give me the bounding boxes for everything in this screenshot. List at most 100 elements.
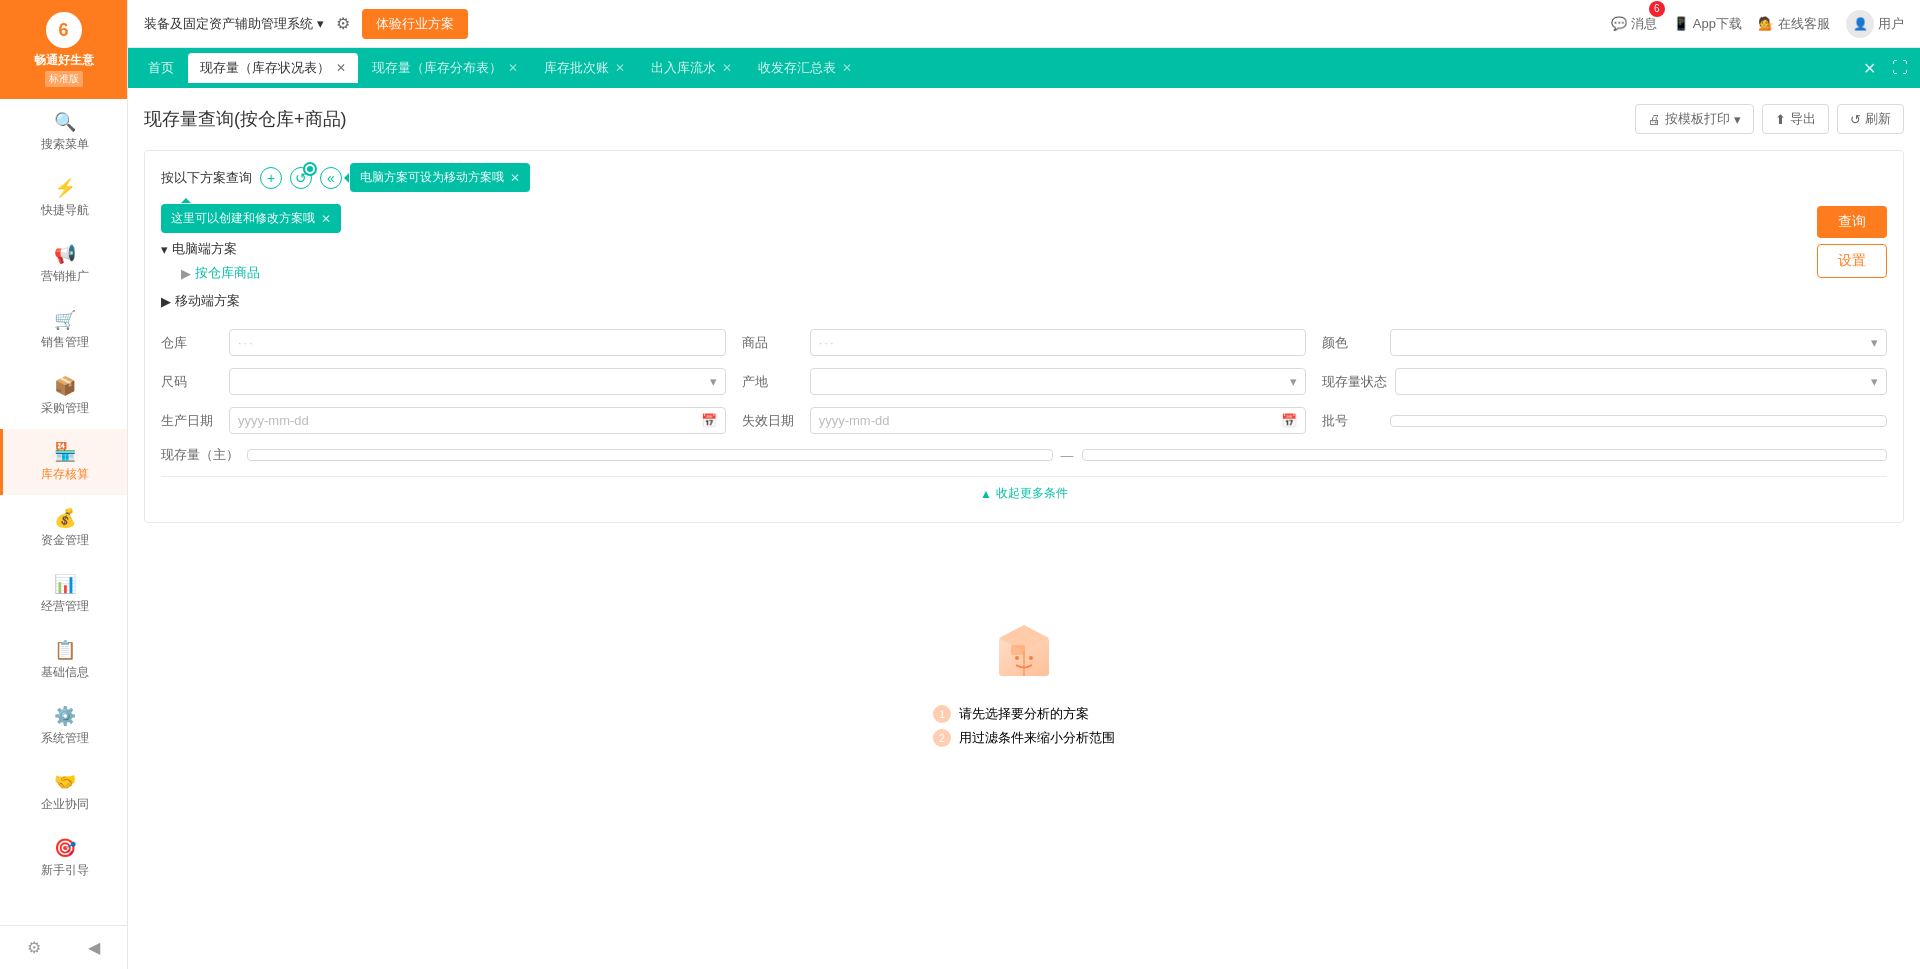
sidebar-item-guide[interactable]: 🎯 新手引导	[0, 825, 127, 891]
sidebar-item-marketing[interactable]: 📢 营销推广	[0, 231, 127, 297]
tab-inventory-distribution[interactable]: 现存量（库存分布表） ✕	[360, 53, 530, 83]
filter-fields: 仓库 ··· 商品 ··· 颜色	[161, 329, 1887, 464]
print-icon: 🖨	[1648, 112, 1661, 127]
filter-field-size: 尺码 ▾	[161, 368, 726, 395]
app-download-button[interactable]: 📱 App下载	[1673, 15, 1742, 33]
production-date-input[interactable]: yyyy-mm-dd 📅	[229, 407, 726, 434]
settings-button[interactable]: ⚙	[19, 934, 49, 961]
sidebar-item-finance[interactable]: 💰 资金管理	[0, 495, 127, 561]
online-service-label: 在线客服	[1778, 15, 1830, 33]
expiry-date-input[interactable]: yyyy-mm-dd 📅	[810, 407, 1307, 434]
content: 现存量查询(按仓库+商品) 🖨 按模板打印 ▾ ⬆ 导出 ↺ 刷新	[128, 88, 1920, 969]
sidebar-item-inventory[interactable]: 🏪 库存核算	[0, 429, 127, 495]
sidebar-item-label-enterprise: 企业协同	[41, 796, 89, 813]
origin-select[interactable]: ▾	[810, 368, 1307, 395]
tab-inventory-status[interactable]: 现存量（库存状况表） ✕	[188, 53, 358, 83]
print-label: 按模板打印	[1665, 110, 1730, 128]
settings-icon[interactable]: ⚙	[336, 14, 350, 33]
tab-close-summary[interactable]: ✕	[842, 61, 852, 75]
message-icon: 💬	[1611, 16, 1627, 31]
messages-button[interactable]: 💬 6 消息	[1611, 15, 1657, 33]
filter-refresh-button[interactable]: ↺	[290, 167, 312, 189]
operations-icon: 📊	[54, 573, 76, 595]
sidebar-item-basic-info[interactable]: 📋 基础信息	[0, 627, 127, 693]
filter-add-button[interactable]: +	[260, 167, 282, 189]
sidebar-bottom: ⚙ ◀	[0, 925, 127, 969]
size-select[interactable]: ▾	[229, 368, 726, 395]
sidebar-item-label-basic: 基础信息	[41, 664, 89, 681]
template-print-button[interactable]: 🖨 按模板打印 ▾	[1635, 104, 1754, 134]
sidebar-item-label-quicknav: 快捷导航	[41, 202, 89, 219]
chevron-down-icon: ▾	[161, 242, 168, 257]
filter-section: 按以下方案查询 + ↺ « 电脑方案可设为移动方案哦	[144, 150, 1904, 523]
quicknav-icon: ⚡	[54, 177, 76, 199]
tab-close-batch-ledger[interactable]: ✕	[615, 61, 625, 75]
scheme-group-pc-label: 电脑端方案	[172, 240, 237, 258]
color-label: 颜色	[1322, 334, 1382, 352]
batch-input[interactable]	[1390, 415, 1887, 427]
search-button[interactable]: 查询	[1817, 206, 1887, 238]
sidebar-item-enterprise[interactable]: 🤝 企业协同	[0, 759, 127, 825]
sidebar-item-purchase[interactable]: 📦 采购管理	[0, 363, 127, 429]
svg-rect-3	[1011, 645, 1025, 655]
filter-back-button[interactable]: «	[320, 167, 342, 189]
sidebar-logo: 6 畅通好生意 标准版	[0, 0, 127, 99]
export-button[interactable]: ⬆ 导出	[1762, 104, 1829, 134]
refresh-icon: ↺	[1850, 112, 1861, 127]
tabbar-maximize-btn[interactable]: ⛶	[1888, 55, 1912, 81]
tab-close-inventory-status[interactable]: ✕	[336, 61, 346, 75]
stock-qty-min[interactable]	[247, 449, 1053, 461]
set-button[interactable]: 设置	[1817, 244, 1887, 278]
online-service-button[interactable]: 💁 在线客服	[1758, 15, 1830, 33]
trial-button[interactable]: 体验行业方案	[362, 9, 468, 39]
basic-info-icon: 📋	[54, 639, 76, 661]
refresh-button[interactable]: ↺ 刷新	[1837, 104, 1904, 134]
tab-inout-flow[interactable]: 出入库流水 ✕	[639, 53, 744, 83]
export-icon: ⬆	[1775, 112, 1786, 127]
production-date-placeholder: yyyy-mm-dd	[238, 413, 309, 428]
tabbar-right: ✕ ⛶	[1859, 55, 1912, 82]
export-label: 导出	[1790, 110, 1816, 128]
tab-close-inventory-distribution[interactable]: ✕	[508, 61, 518, 75]
tooltip-close-1[interactable]: ✕	[510, 171, 520, 185]
user-button[interactable]: 👤 用户	[1846, 10, 1904, 38]
refresh-label: 刷新	[1865, 110, 1891, 128]
app-version: 标准版	[45, 71, 83, 87]
tab-inventory-status-label: 现存量（库存状况表）	[200, 59, 330, 77]
collapse-bar[interactable]: ▲ 收起更多条件	[161, 476, 1887, 510]
sidebar-item-label-inventory: 库存核算	[41, 466, 89, 483]
system-select[interactable]: 装备及固定资产辅助管理系统 ▾	[144, 15, 324, 33]
download-icon: 📱	[1673, 16, 1689, 31]
warehouse-select[interactable]: ···	[229, 329, 726, 356]
sidebar-item-label-system: 系统管理	[41, 730, 89, 747]
sidebar-item-system[interactable]: ⚙️ 系统管理	[0, 693, 127, 759]
stock-qty-max[interactable]	[1082, 449, 1888, 461]
empty-state: 1 请先选择要分析的方案 2 用过滤条件来缩小分析范围	[144, 523, 1904, 833]
scheme-group-pc-header[interactable]: ▾ 电脑端方案	[161, 237, 1887, 261]
page-title-row: 现存量查询(按仓库+商品) 🖨 按模板打印 ▾ ⬆ 导出 ↺ 刷新	[144, 104, 1904, 134]
tab-batch-ledger[interactable]: 库存批次账 ✕	[532, 53, 637, 83]
scheme-group-mobile-header[interactable]: ▶ 移动端方案	[161, 289, 1887, 313]
empty-tip-1: 1 请先选择要分析的方案	[933, 705, 1115, 723]
sidebar-item-quicknav[interactable]: ⚡ 快捷导航	[0, 165, 127, 231]
tab-summary[interactable]: 收发存汇总表 ✕	[746, 53, 864, 83]
filter-field-color: 颜色 ▾	[1322, 329, 1887, 356]
empty-tips: 1 请先选择要分析的方案 2 用过滤条件来缩小分析范围	[933, 705, 1115, 753]
tooltip-scheme-create: 这里可以创建和修改方案哦 ✕	[161, 204, 341, 233]
sidebar-item-sales[interactable]: 🛒 销售管理	[0, 297, 127, 363]
collapse-sidebar-button[interactable]: ◀	[80, 934, 108, 961]
tooltip-close-2[interactable]: ✕	[321, 212, 331, 226]
stock-status-select[interactable]: ▾	[1395, 368, 1887, 395]
tab-home[interactable]: 首页	[136, 53, 186, 83]
product-select[interactable]: ···	[810, 329, 1307, 356]
scheme-item-icon: ▶	[181, 266, 191, 281]
scheme-item-warehouse-product[interactable]: ▶ 按仓库商品	[181, 261, 1887, 285]
tab-close-inout-flow[interactable]: ✕	[722, 61, 732, 75]
scheme-group-mobile: ▶ 移动端方案	[161, 289, 1887, 313]
size-arrow-icon: ▾	[710, 374, 717, 389]
sidebar-item-search[interactable]: 🔍 搜索菜单	[0, 99, 127, 165]
user-label: 用户	[1878, 15, 1904, 33]
sidebar-item-operations[interactable]: 📊 经营管理	[0, 561, 127, 627]
tabbar-close-btn[interactable]: ✕	[1859, 55, 1880, 82]
color-select[interactable]: ▾	[1390, 329, 1887, 356]
